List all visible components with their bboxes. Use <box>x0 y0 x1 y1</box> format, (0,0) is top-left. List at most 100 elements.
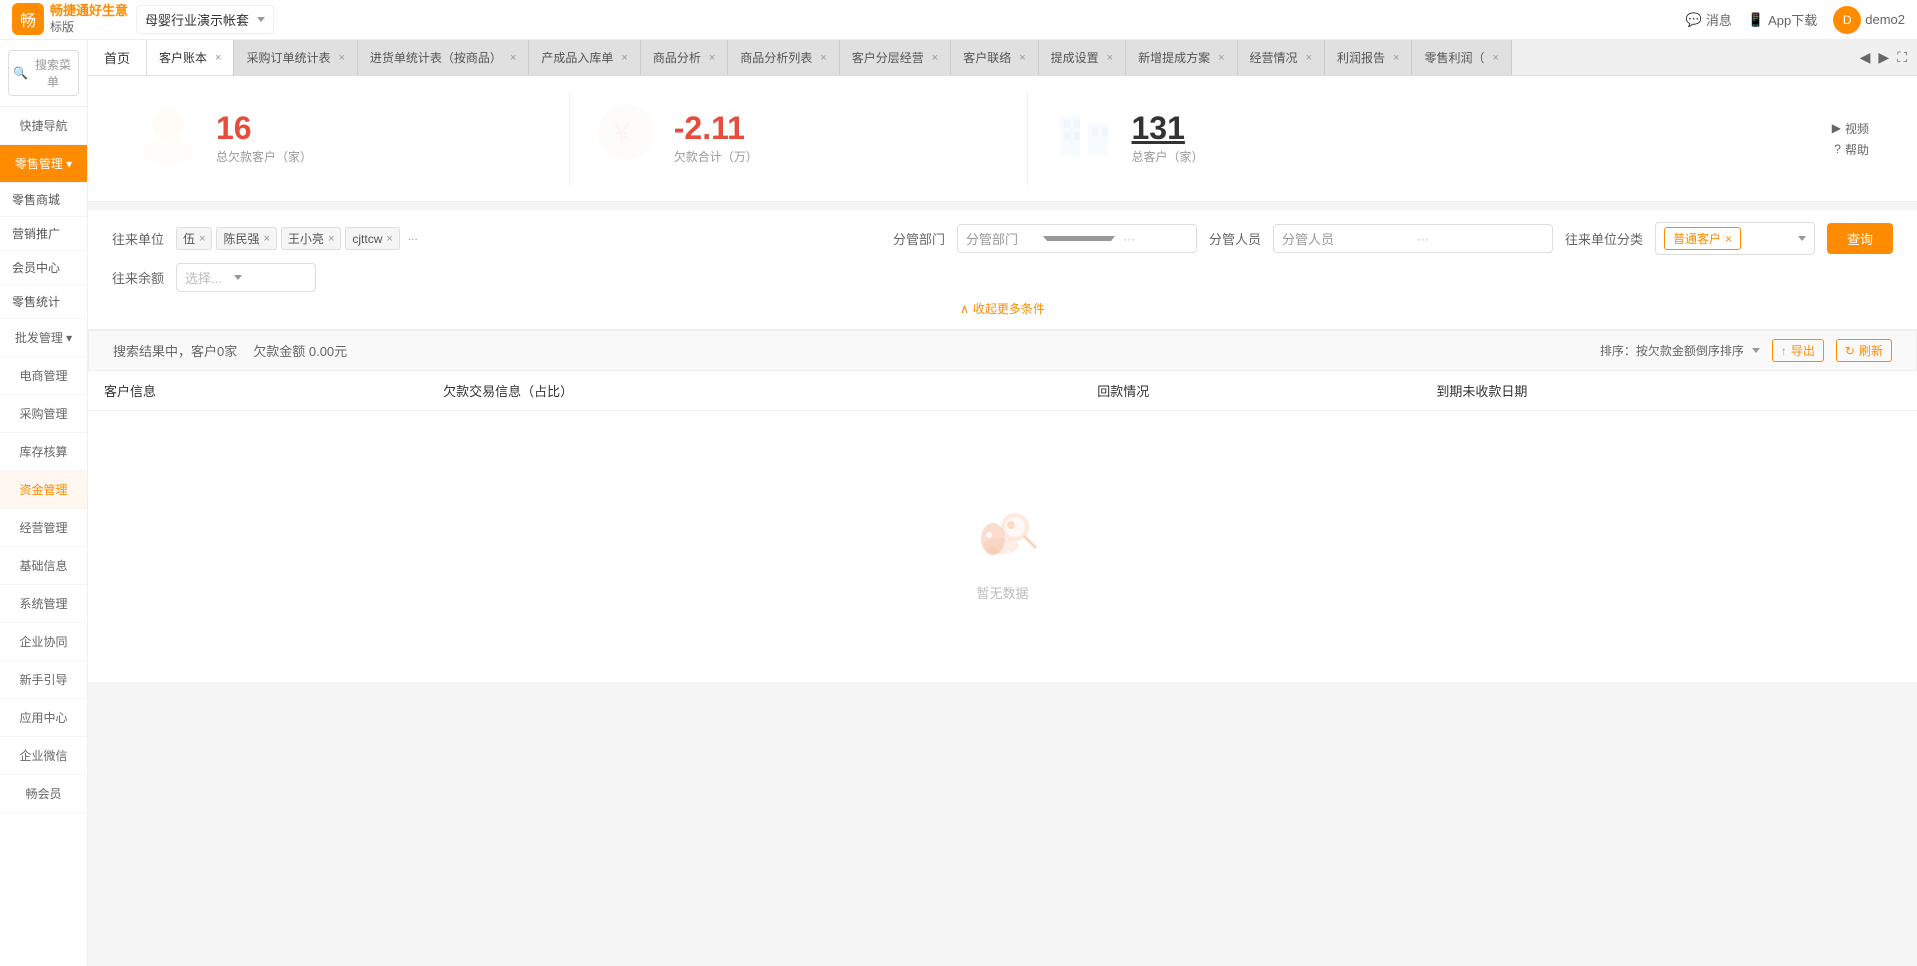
sidebar-item-member[interactable]: 会员中心 <box>0 251 87 285</box>
tab-close-icon[interactable]: × <box>709 52 715 64</box>
video-icon: ▶ <box>1832 121 1841 135</box>
data-table-container: 客户信息 欠款交易信息（占比） 回款情况 到期未收款日期 <box>88 371 1917 682</box>
tag-close-chen[interactable]: × <box>263 233 269 245</box>
tab-product-inbound[interactable]: 产成品入库单 × <box>529 40 640 76</box>
sidebar-item-purchase[interactable]: 采购管理 <box>0 395 87 433</box>
sidebar-item-wechat[interactable]: 企业微信 <box>0 737 87 775</box>
tab-customer-contact[interactable]: 客户联络 × <box>951 40 1038 76</box>
filter-more-tags[interactable]: ... <box>404 227 422 250</box>
sidebar-item-wholesale[interactable]: 批发管理 ▾ <box>0 319 87 357</box>
chevron-down-icon <box>234 275 242 280</box>
tab-close-icon[interactable]: × <box>338 52 344 64</box>
tab-new-commission[interactable]: 新增提成方案 × <box>1126 40 1237 76</box>
store-selector[interactable]: 母婴行业演示帐套 <box>136 5 274 34</box>
sidebar-item-operations[interactable]: 经营管理 <box>0 509 87 547</box>
unit-label: 往来单位 <box>112 229 164 248</box>
message-button[interactable]: 💬 消息 <box>1686 10 1732 29</box>
chevron-down-icon <box>1798 236 1806 241</box>
tab-close-icon[interactable]: × <box>820 52 826 64</box>
sidebar-item-guide[interactable]: 新手引导 <box>0 661 87 699</box>
stat-customers-number: 16 <box>216 112 312 144</box>
empty-illustration <box>963 491 1043 571</box>
tab-close-icon[interactable]: × <box>621 52 627 64</box>
tab-inbound-stats[interactable]: 进货单统计表（按商品） × <box>358 40 529 76</box>
tab-commission-settings[interactable]: 提成设置 × <box>1039 40 1126 76</box>
unit-class-selector[interactable]: 普通客户 × <box>1655 222 1815 255</box>
more-icon: ··· <box>1417 232 1544 246</box>
sidebar-item-system[interactable]: 系统管理 <box>0 585 87 623</box>
search-info: 搜索结果中，客户0家 欠款金额 0.00元 <box>113 341 347 360</box>
stat-debt-total: ¥ -2.11 欠款合计（万） <box>570 92 1028 185</box>
sidebar-item-quick-nav[interactable]: 快捷导航 <box>0 107 87 145</box>
tag-close-cjttcw[interactable]: × <box>386 233 392 245</box>
stat-debt-label: 欠款合计（万） <box>674 148 758 165</box>
export-button[interactable]: ↑ 导出 <box>1772 339 1824 362</box>
stat-customers-values: 16 总欠款客户（家） <box>216 112 312 165</box>
tab-home[interactable]: 首页 <box>88 40 147 76</box>
export-icon: ↑ <box>1781 344 1787 358</box>
sidebar: 🔍 搜索菜单 快捷导航 零售管理 ▾ 零售商城 营销推广 会员中心 零售统计 批… <box>0 40 88 966</box>
sidebar-item-enterprise[interactable]: 企业协同 <box>0 623 87 661</box>
empty-state: 暂无数据 <box>88 411 1917 682</box>
query-button[interactable]: 查询 <box>1827 223 1893 254</box>
top-bar-left: 畅 畅捷通好生意 标版 母婴行业演示帐套 <box>12 3 274 35</box>
tab-close-icon[interactable]: × <box>1218 52 1224 64</box>
collapse-button[interactable]: ∧ 收起更多条件 <box>112 300 1893 317</box>
tab-product-analysis[interactable]: 商品分析 × <box>641 40 728 76</box>
sidebar-item-basic-info[interactable]: 基础信息 <box>0 547 87 585</box>
tab-operations[interactable]: 经营情况 × <box>1238 40 1325 76</box>
sidebar-item-retail-stats[interactable]: 零售统计 <box>0 285 87 319</box>
tab-purchase-stats[interactable]: 采购订单统计表 × <box>234 40 357 76</box>
user-menu[interactable]: D demo2 <box>1833 6 1905 34</box>
remainder-selector[interactable]: 选择... <box>176 263 316 292</box>
tag-close-wang[interactable]: × <box>328 233 334 245</box>
filter-row-2: 往来余额 选择... <box>112 263 1893 292</box>
tab-profit-report[interactable]: 利润报告 × <box>1325 40 1412 76</box>
download-icon: 📱 <box>1748 12 1764 28</box>
tag-close-common[interactable]: × <box>1725 232 1732 246</box>
tab-close-icon[interactable]: × <box>215 52 221 64</box>
tab-close-icon[interactable]: × <box>1306 52 1312 64</box>
manager-selector[interactable]: 分管人员 ··· <box>1273 224 1553 253</box>
tab-close-icon[interactable]: × <box>1492 52 1498 64</box>
stat-all-customers: 131 总客户（家） ▶ 视频 ? 帮助 <box>1028 92 1894 185</box>
tab-bar-controls: ◀ ▶ ⛶ <box>1850 47 1917 68</box>
tab-customer-layer[interactable]: 客户分层经营 × <box>840 40 951 76</box>
tab-expand-button[interactable]: ⛶ <box>1895 47 1909 68</box>
sidebar-item-retail-shop[interactable]: 零售商城 <box>0 183 87 217</box>
stat-customers-label: 总欠款客户（家） <box>216 148 312 165</box>
video-button[interactable]: ▶ 视频 <box>1832 120 1869 137</box>
help-button[interactable]: ? 帮助 <box>1834 141 1869 158</box>
search-menu-button[interactable]: 🔍 搜索菜单 <box>8 50 79 96</box>
filter-section: 往来单位 伍 × 陈民强 × 王小亮 × <box>88 210 1917 330</box>
stats-bar: 16 总欠款客户（家） ¥ -2.11 欠款合计（万） <box>88 76 1917 202</box>
sidebar-item-finance[interactable]: 资金管理 <box>0 471 87 509</box>
tab-customer-account[interactable]: 客户账本 × <box>147 40 234 76</box>
tab-bar: 首页 客户账本 × 采购订单统计表 × 进货单统计表（按商品） × 产成品入库单… <box>88 40 1917 76</box>
filter-row-1: 往来单位 伍 × 陈民强 × 王小亮 × <box>112 222 1893 255</box>
refresh-button[interactable]: ↻ 刷新 <box>1836 339 1892 362</box>
sidebar-item-marketing[interactable]: 营销推广 <box>0 217 87 251</box>
sidebar-item-member2[interactable]: 畅会员 <box>0 775 87 813</box>
tab-close-icon[interactable]: × <box>1107 52 1113 64</box>
app-download-button[interactable]: 📱 App下载 <box>1748 10 1817 29</box>
stat-all-customers-label: 总客户（家） <box>1132 148 1204 165</box>
chevron-down-icon <box>1043 236 1116 241</box>
tab-close-icon[interactable]: × <box>932 52 938 64</box>
tab-scroll-left-button[interactable]: ◀ <box>1858 47 1873 68</box>
sidebar-item-app-center[interactable]: 应用中心 <box>0 699 87 737</box>
tab-product-analysis-list[interactable]: 商品分析列表 × <box>728 40 839 76</box>
sidebar-item-inventory[interactable]: 库存核算 <box>0 433 87 471</box>
filter-tag-chen: 陈民强 × <box>216 227 276 250</box>
tab-retail-profit[interactable]: 零售利润（ × <box>1412 40 1511 76</box>
sidebar-item-retail[interactable]: 零售管理 ▾ <box>0 145 87 183</box>
sidebar-search-area: 🔍 搜索菜单 <box>0 40 87 107</box>
tab-close-icon[interactable]: × <box>1393 52 1399 64</box>
sort-selector[interactable]: 排序：按欠款金额倒序排序 <box>1600 342 1760 359</box>
sidebar-item-ecommerce[interactable]: 电商管理 <box>0 357 87 395</box>
tab-close-icon[interactable]: × <box>510 52 516 64</box>
tab-close-icon[interactable]: × <box>1019 52 1025 64</box>
dept-selector[interactable]: 分管部门 ··· <box>957 224 1197 253</box>
tab-scroll-right-button[interactable]: ▶ <box>1876 47 1891 68</box>
tag-close-wu[interactable]: × <box>199 233 205 245</box>
